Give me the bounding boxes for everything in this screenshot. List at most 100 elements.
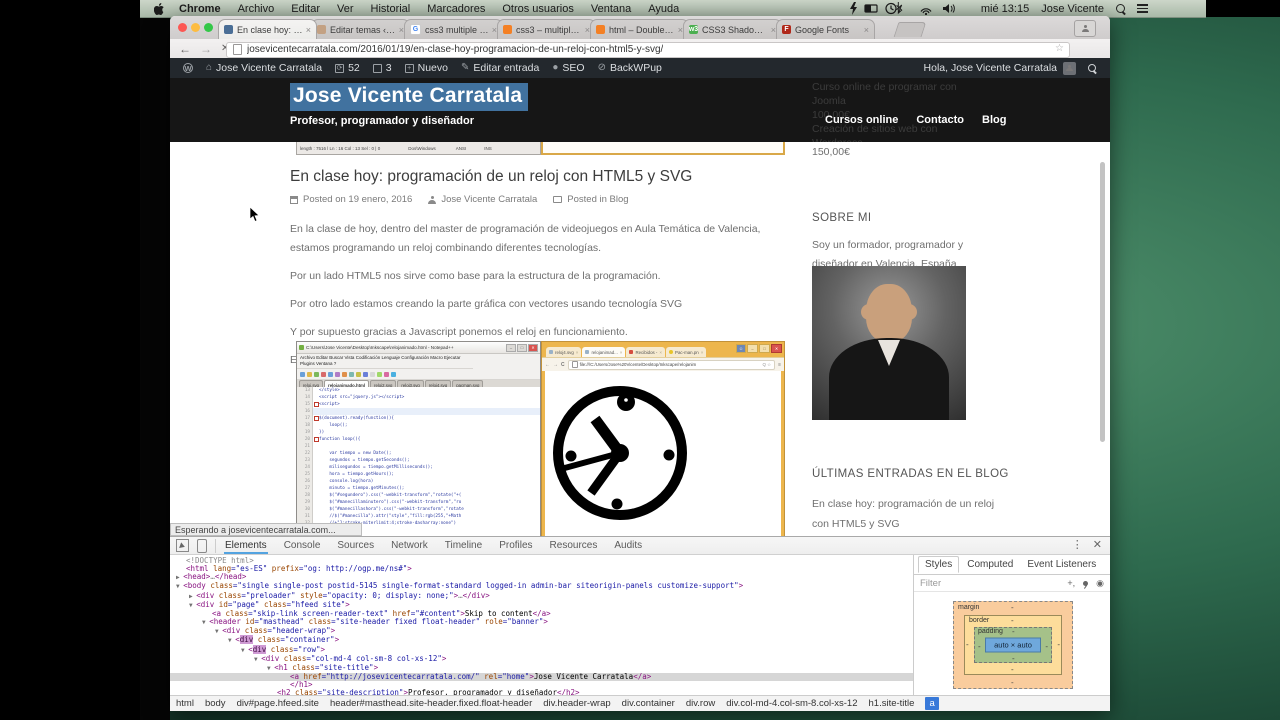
browser-tab[interactable]: Editar temas ‹ Jose Vicente× — [311, 19, 410, 39]
menubar-user[interactable]: Jose Vicente — [1041, 3, 1104, 15]
breadcrumb-item[interactable]: div.row — [686, 698, 715, 709]
browser-tab[interactable]: Gcss3 multiple text shadow× — [404, 19, 503, 39]
site-nav-item[interactable]: Blog — [982, 114, 1006, 126]
site-nav-item[interactable]: Contacto — [916, 114, 964, 126]
browser-tab[interactable]: En clase hoy: programació× — [218, 19, 317, 39]
notepad-tool-icon[interactable] — [363, 371, 368, 377]
breadcrumb-item[interactable]: div.header-wrap — [543, 698, 610, 709]
new-tab-button[interactable] — [893, 22, 927, 37]
notepad-tool-icon[interactable] — [370, 371, 375, 377]
dom-tree-line[interactable]: <html lang="es-ES" prefix="og: http://og… — [170, 565, 913, 573]
apple-menu-icon[interactable] — [153, 2, 165, 15]
notepad-tool-icon[interactable] — [349, 371, 354, 377]
notepad-code-area[interactable]: 13 </style> 14 <script src="jquery.js"></sc… — [297, 387, 540, 536]
back-button[interactable]: ← — [179, 43, 191, 55]
device-mode-icon[interactable] — [197, 538, 207, 553]
notepad-tool-icon[interactable] — [342, 371, 347, 377]
forward-button[interactable]: → — [200, 43, 212, 55]
dom-tree-line[interactable]: <a href="http://josevicentecarratala.com… — [170, 672, 913, 682]
styles-tab[interactable]: Event Listeners — [1021, 557, 1102, 572]
breadcrumb-item[interactable]: a — [925, 697, 939, 710]
browser-tab[interactable]: w3CSS3 Shadow Effects× — [683, 19, 782, 39]
devtools-tab[interactable]: Sources — [336, 538, 375, 554]
tab-close-icon[interactable]: × — [864, 25, 869, 35]
browser-tab[interactable]: F Google Fonts × — [776, 19, 875, 39]
devtools-menu-icon[interactable]: ⋮ — [1072, 538, 1083, 551]
devtools-tab[interactable]: Audits — [613, 538, 643, 554]
menubar-item[interactable]: Archivo — [238, 3, 275, 15]
mac-close-button[interactable] — [178, 23, 187, 32]
menubar-item[interactable]: Historial — [371, 3, 411, 15]
notepad-tool-icon[interactable] — [384, 371, 389, 377]
menubar-clock[interactable]: mié 13:15 — [981, 3, 1029, 15]
menubar-item[interactable]: Chrome — [179, 3, 221, 15]
notepad-tool-icon[interactable] — [335, 371, 340, 377]
wp-backwpup-menu[interactable]: ⊘ BackWPup — [598, 62, 662, 74]
site-nav-item[interactable]: Cursos online — [825, 114, 898, 126]
styles-tab[interactable]: Computed — [961, 557, 1019, 572]
inspect-element-icon[interactable] — [176, 539, 189, 552]
fold-box[interactable] — [313, 402, 319, 407]
menubar-item[interactable]: Otros usuarios — [502, 3, 574, 15]
menubar-item[interactable]: Marcadores — [427, 3, 485, 15]
devtools-tab[interactable]: Timeline — [444, 538, 483, 554]
notepad-tool-icon[interactable] — [314, 371, 319, 377]
breadcrumb-item[interactable]: div.container — [622, 698, 675, 709]
site-title[interactable]: Jose Vicente Carratala — [290, 83, 529, 111]
wp-search-icon[interactable] — [1088, 64, 1096, 72]
breadcrumb-item[interactable]: html — [176, 698, 194, 709]
wp-seo-menu[interactable]: ● SEO — [552, 62, 584, 74]
notepad-tool-icon[interactable] — [307, 371, 312, 377]
wp-site-menu[interactable]: ⌂ Jose Vicente Carratala — [206, 62, 322, 74]
wp-new-menu[interactable]: + Nuevo — [404, 62, 448, 74]
post-date[interactable]: Posted on 19 enero, 2016 — [290, 194, 412, 205]
breadcrumb-item[interactable]: header#masthead.site-header.fixed.float-… — [330, 698, 532, 709]
notepad-tool-icon[interactable] — [328, 371, 333, 377]
post-author[interactable]: Jose Vicente Carratala — [428, 194, 537, 205]
notepad-tool-icon[interactable] — [377, 371, 382, 377]
wp-comments-menu[interactable]: 3 — [372, 62, 392, 74]
tab-close-icon[interactable]: × — [306, 25, 311, 35]
devtools-tab[interactable]: Elements — [224, 538, 268, 554]
breadcrumb-item[interactable]: h1.site-title — [869, 698, 915, 709]
sidebar-latest-post-link[interactable]: En clase hoy: programación de un reloj co… — [812, 494, 994, 534]
menubar-item[interactable]: Ver — [337, 3, 354, 15]
styles-filter-input[interactable]: Filter — [920, 578, 941, 589]
box-model-diagram[interactable]: margin - border - padding - - - - auto ×… — [953, 601, 1073, 689]
new-style-rule-icon[interactable]: +, — [1067, 578, 1075, 588]
notepad-close-icon[interactable]: ✕ — [528, 343, 538, 352]
breadcrumb-item[interactable]: div#page.hfeed.site — [237, 698, 319, 709]
notepad-tool-icon[interactable] — [391, 371, 396, 377]
wp-updates-menu[interactable]: ⟳ 52 — [335, 62, 360, 74]
styles-tab[interactable]: Styles — [918, 556, 960, 573]
wp-greeting[interactable]: Hola, Jose Vicente Carratala — [924, 62, 1057, 74]
mac-minimize-button[interactable] — [191, 23, 200, 32]
wp-edit-menu[interactable]: ✎ Editar entrada — [461, 62, 539, 74]
menubar-item[interactable]: Ayuda — [648, 3, 679, 15]
post-title[interactable]: En clase hoy: programación de un reloj c… — [290, 168, 692, 186]
notepad-minimize-icon[interactable]: – — [506, 343, 516, 352]
notification-center-icon[interactable] — [1137, 4, 1148, 13]
fold-box[interactable] — [313, 437, 319, 442]
url-text[interactable]: josevicentecarratala.com/2016/01/19/en-c… — [247, 44, 663, 55]
elements-tree-pane[interactable]: <!DOCTYPE html> <html lang="es-ES" prefix… — [170, 555, 913, 695]
breadcrumb-item[interactable]: div.col-md-4.col-sm-8.col-xs-12 — [726, 698, 857, 709]
devtools-tab[interactable]: Resources — [549, 538, 599, 554]
styles-tab[interactable]: » — [1104, 557, 1110, 572]
avatar[interactable] — [1063, 61, 1076, 75]
notepad-tool-icon[interactable] — [321, 371, 326, 377]
browser-tab[interactable]: css3 – multiple 3D text sh× — [497, 19, 596, 39]
bookmark-star-icon[interactable]: ☆ — [1055, 43, 1064, 54]
post-category[interactable]: Posted in Blog — [553, 194, 629, 205]
breadcrumb-item[interactable]: body — [205, 698, 226, 709]
page-scrollbar[interactable] — [1100, 162, 1105, 442]
omnibox[interactable]: josevicentecarratala.com/2016/01/19/en-c… — [226, 41, 1070, 58]
profile-button[interactable] — [1074, 20, 1096, 37]
target-icon[interactable]: ◉ — [1096, 578, 1104, 589]
notepad-menubar[interactable]: Archivo Editar Buscar Vista Codificación… — [297, 354, 473, 369]
devtools-tab[interactable]: Profiles — [498, 538, 533, 554]
notepad-tool-icon[interactable] — [356, 371, 361, 377]
notepad-tool-icon[interactable] — [300, 371, 305, 377]
mac-zoom-button[interactable] — [204, 23, 213, 32]
devtools-tab[interactable]: Network — [390, 538, 429, 554]
